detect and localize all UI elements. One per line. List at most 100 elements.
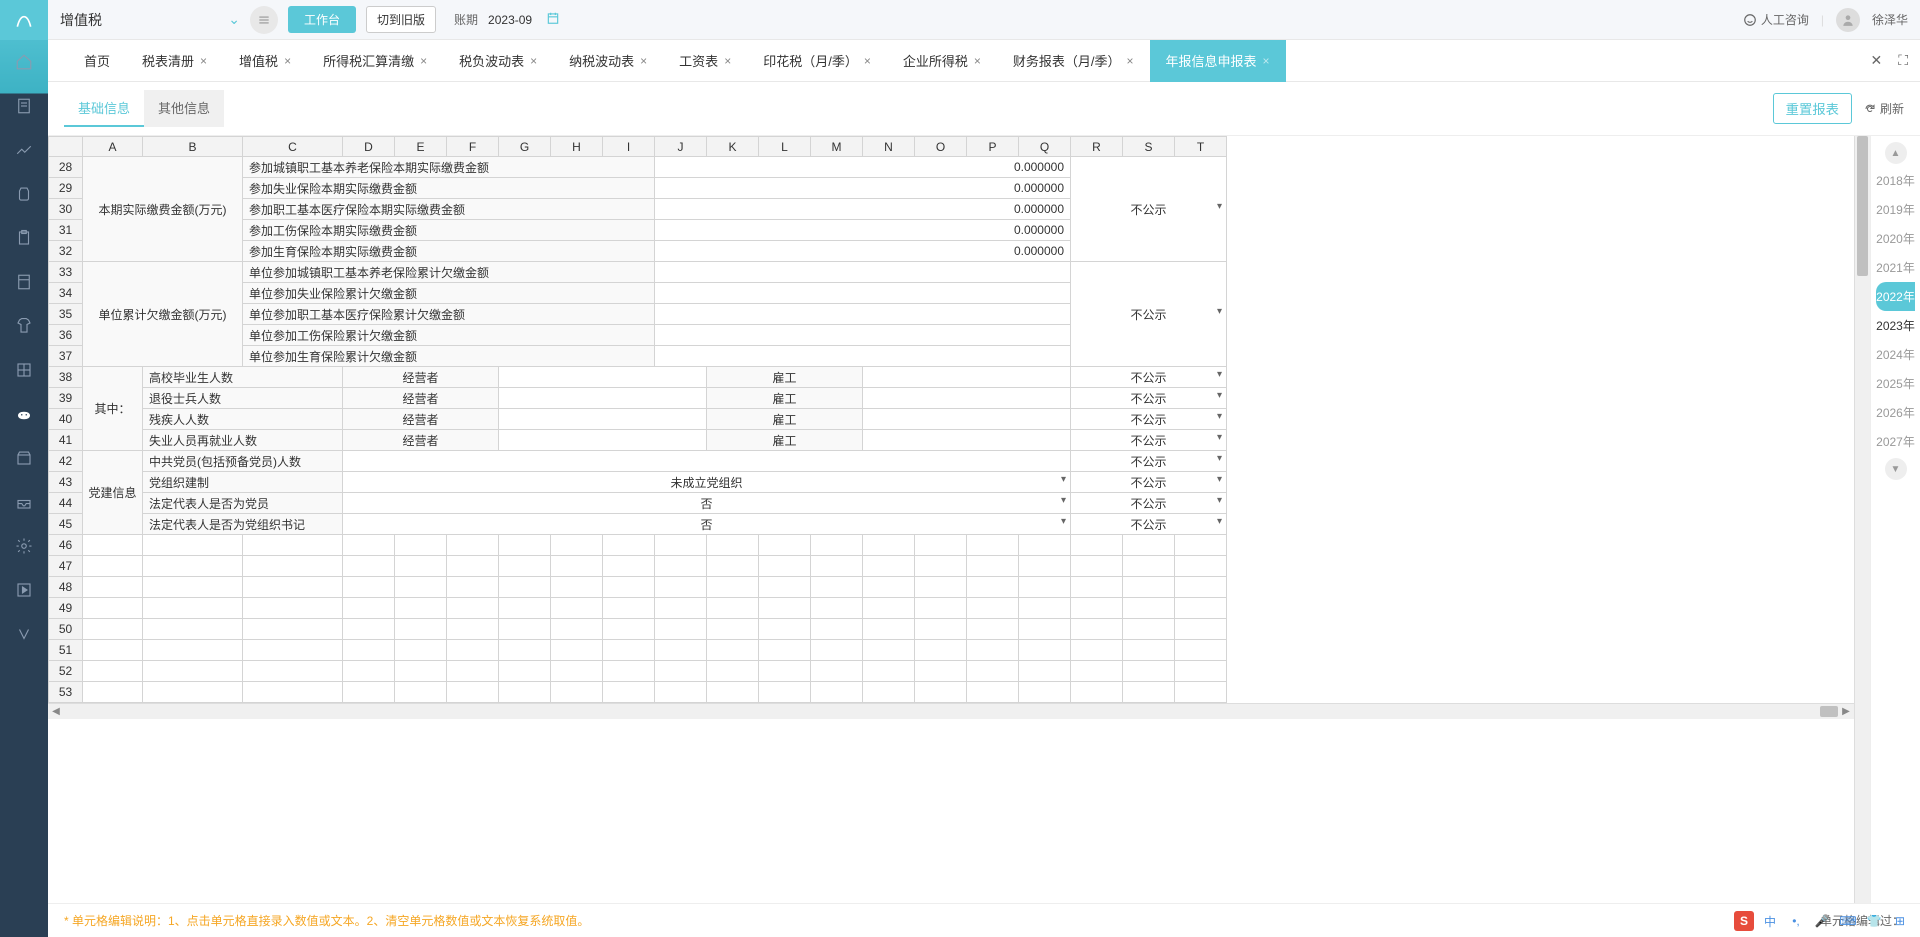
empty-cell[interactable]	[707, 640, 759, 661]
empty-cell[interactable]	[863, 661, 915, 682]
empty-cell[interactable]	[143, 556, 243, 577]
empty-cell[interactable]	[551, 640, 603, 661]
year-2026年[interactable]: 2026年	[1876, 398, 1915, 427]
empty-cell[interactable]	[1123, 640, 1175, 661]
tab-close-icon[interactable]: ×	[284, 54, 291, 68]
empty-cell[interactable]	[499, 640, 551, 661]
empty-cell[interactable]	[1175, 640, 1227, 661]
empty-cell[interactable]	[603, 535, 655, 556]
empty-cell[interactable]	[915, 640, 967, 661]
empty-cell[interactable]	[863, 682, 915, 703]
empty-cell[interactable]	[1123, 619, 1175, 640]
empty-cell[interactable]	[551, 682, 603, 703]
workspace-button[interactable]: 工作台	[288, 6, 356, 33]
empty-cell[interactable]	[447, 619, 499, 640]
empty-cell[interactable]	[395, 598, 447, 619]
empty-cell[interactable]	[811, 640, 863, 661]
row-32[interactable]: 32	[49, 241, 83, 262]
empty-cell[interactable]	[499, 661, 551, 682]
col-header-B[interactable]: B	[143, 137, 243, 157]
tab-企业所得税[interactable]: 企业所得税×	[887, 40, 997, 82]
empty-cell[interactable]	[863, 556, 915, 577]
empty-cell[interactable]	[1123, 682, 1175, 703]
value-cell[interactable]: 0.000000	[655, 157, 1071, 178]
list-icon-button[interactable]	[250, 6, 278, 34]
value-cell[interactable]	[655, 325, 1071, 346]
module-dropdown[interactable]: 增值税 ⌄	[60, 10, 240, 30]
year-2020年[interactable]: 2020年	[1876, 224, 1915, 253]
empty-cell[interactable]	[1071, 556, 1123, 577]
empty-cell[interactable]	[243, 556, 343, 577]
value-cell[interactable]	[655, 346, 1071, 367]
empty-cell[interactable]	[811, 556, 863, 577]
nav-play-icon[interactable]	[0, 568, 48, 612]
empty-cell[interactable]	[1019, 556, 1071, 577]
empty-cell[interactable]	[395, 535, 447, 556]
empty-cell[interactable]	[499, 556, 551, 577]
value-cell[interactable]: 0.000000	[655, 220, 1071, 241]
empty-cell[interactable]	[395, 640, 447, 661]
tab-年报信息申报表[interactable]: 年报信息申报表×	[1150, 40, 1286, 82]
subtab-其他信息[interactable]: 其他信息	[144, 90, 224, 127]
nav-active-icon[interactable]	[0, 392, 48, 436]
year-2022年[interactable]: 2022年	[1876, 282, 1915, 311]
empty-cell[interactable]	[759, 640, 811, 661]
empty-cell[interactable]	[655, 577, 707, 598]
row-33[interactable]: 33	[49, 262, 83, 283]
year-2027年[interactable]: 2027年	[1876, 427, 1915, 456]
empty-cell[interactable]	[655, 598, 707, 619]
row-45[interactable]: 45	[49, 514, 83, 535]
vscroll-thumb[interactable]	[1857, 136, 1868, 276]
empty-cell[interactable]	[243, 535, 343, 556]
row-44[interactable]: 44	[49, 493, 83, 514]
publish-cell[interactable]: 不公示	[1071, 430, 1227, 451]
empty-cell[interactable]	[1123, 598, 1175, 619]
col-header-J[interactable]: J	[655, 137, 707, 157]
val1-cell[interactable]	[499, 388, 707, 409]
val-cell[interactable]	[343, 451, 1071, 472]
empty-cell[interactable]	[863, 535, 915, 556]
empty-cell[interactable]	[863, 577, 915, 598]
year-2024年[interactable]: 2024年	[1876, 340, 1915, 369]
nav-gear-icon[interactable]	[0, 524, 48, 568]
val2-cell[interactable]	[863, 430, 1071, 451]
tab-close-icon[interactable]: ×	[200, 54, 207, 68]
empty-cell[interactable]	[655, 640, 707, 661]
tab-close-icon[interactable]: ×	[1127, 54, 1134, 68]
scroll-right-icon[interactable]: ▶	[1838, 706, 1854, 717]
empty-cell[interactable]	[1071, 598, 1123, 619]
empty-cell[interactable]	[759, 535, 811, 556]
empty-cell[interactable]	[603, 640, 655, 661]
empty-cell[interactable]	[243, 619, 343, 640]
year-2019年[interactable]: 2019年	[1876, 195, 1915, 224]
row-39[interactable]: 39	[49, 388, 83, 409]
empty-cell[interactable]	[707, 556, 759, 577]
close-all-icon[interactable]: ✕	[1866, 48, 1886, 73]
tab-close-icon[interactable]: ×	[640, 54, 647, 68]
publish-cell[interactable]: 不公示	[1071, 367, 1227, 388]
nav-money-icon[interactable]	[0, 172, 48, 216]
row-40[interactable]: 40	[49, 409, 83, 430]
empty-cell[interactable]	[655, 556, 707, 577]
empty-cell[interactable]	[1175, 556, 1227, 577]
empty-cell[interactable]	[915, 598, 967, 619]
row-35[interactable]: 35	[49, 304, 83, 325]
empty-cell[interactable]	[143, 661, 243, 682]
empty-cell[interactable]	[143, 598, 243, 619]
row-34[interactable]: 34	[49, 283, 83, 304]
col-header-O[interactable]: O	[915, 137, 967, 157]
empty-cell[interactable]	[759, 619, 811, 640]
tab-close-icon[interactable]: ×	[974, 54, 981, 68]
empty-cell[interactable]	[759, 598, 811, 619]
ime-punct-icon[interactable]: •,	[1786, 911, 1806, 931]
ime-keyboard-icon[interactable]: ⌨	[1838, 911, 1858, 931]
empty-cell[interactable]	[499, 577, 551, 598]
empty-cell[interactable]	[83, 619, 143, 640]
tab-close-icon[interactable]: ×	[724, 54, 731, 68]
empty-cell[interactable]	[243, 577, 343, 598]
empty-cell[interactable]	[83, 682, 143, 703]
scroll-left-icon[interactable]: ◀	[48, 706, 64, 717]
empty-cell[interactable]	[603, 619, 655, 640]
publish-cell[interactable]: 不公示	[1071, 451, 1227, 472]
reset-button[interactable]: 重置报表	[1773, 93, 1852, 124]
